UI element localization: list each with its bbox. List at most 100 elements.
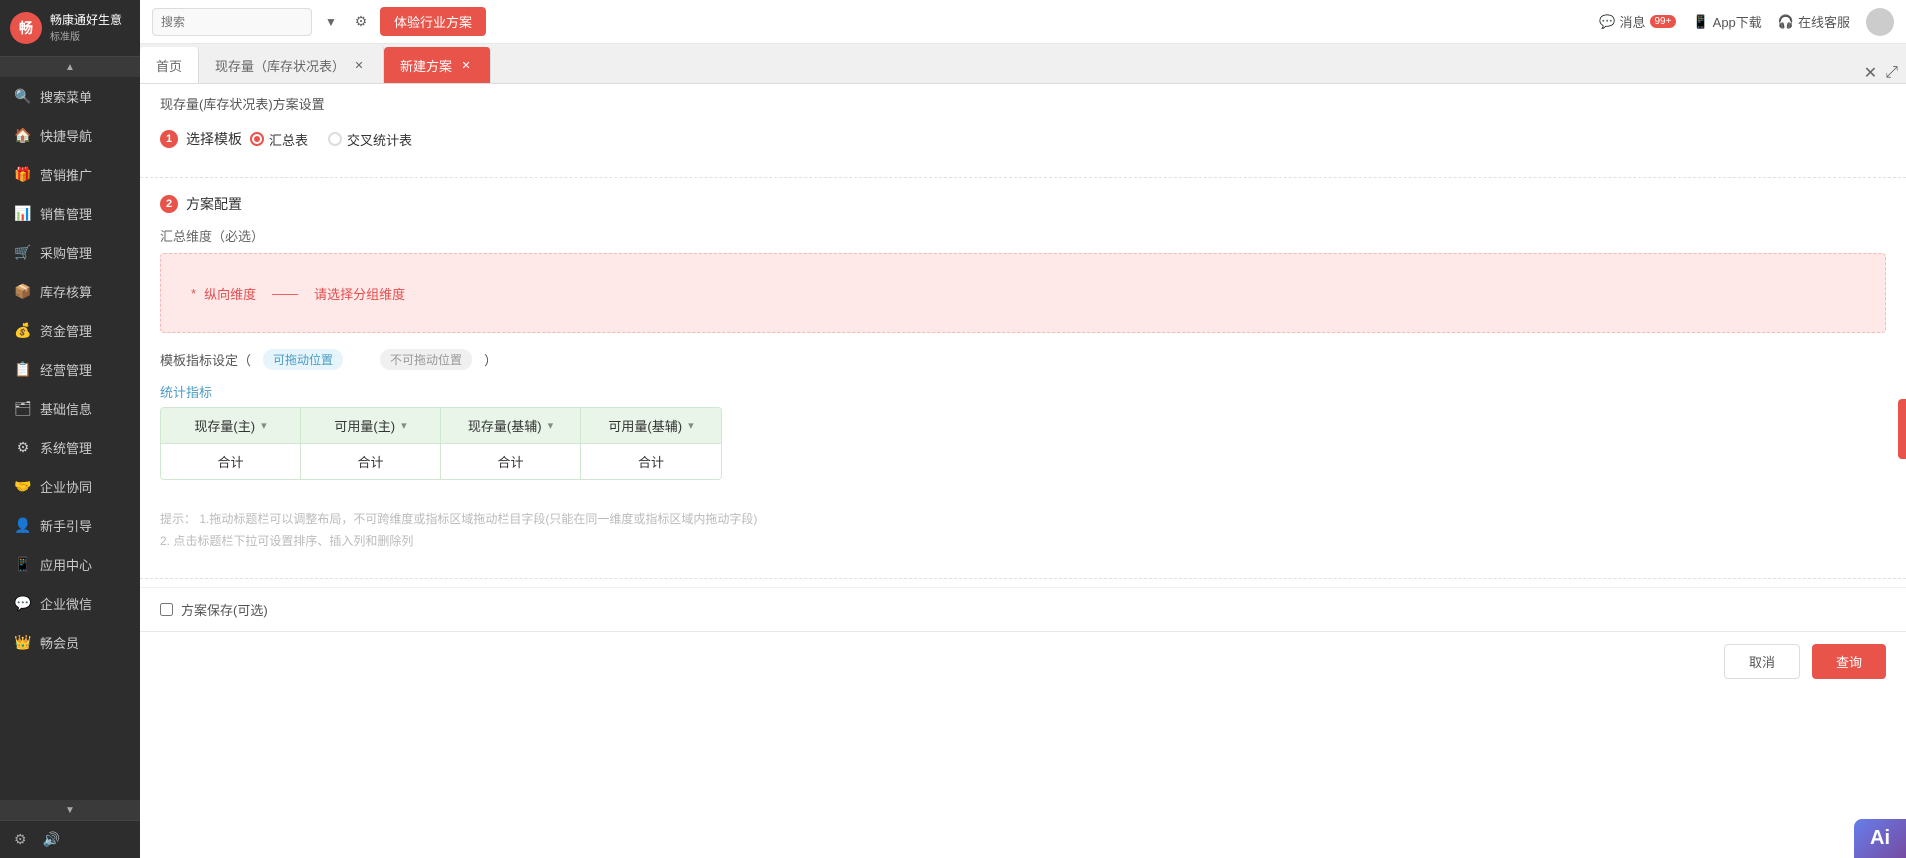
template-radio-group: 汇总表 交叉统计表	[250, 130, 412, 149]
draggable-chip: 可拖动位置	[263, 349, 343, 370]
sidebar-item-purchase[interactable]: 🛒 采购管理	[0, 233, 140, 272]
stats-col-1-label: 可用量(主)	[334, 416, 395, 435]
folder-icon: 🗂	[14, 400, 32, 418]
topbar-gear-icon[interactable]: ⚙	[350, 11, 372, 33]
col1-chevron-icon[interactable]: ▾	[401, 419, 407, 432]
sidebar-item-search[interactable]: 🔍 搜索菜单	[0, 77, 140, 116]
sidebar-logo: 畅 畅康通好生意 标准版	[0, 0, 140, 57]
tip-1: 提示： 1.拖动标题栏可以调整布局，不可跨维度或指标区域拖动栏目字段(只能在同一…	[160, 509, 1886, 531]
stats-cell-3: 合计	[581, 444, 721, 479]
tabs-bar: 首页 现存量（库存状况表） ✕ 新建方案 ✕ ✕ ⤢	[140, 44, 1906, 84]
stats-col-1[interactable]: 可用量(主) ▾	[301, 408, 441, 443]
app-edition: 标准版	[50, 28, 122, 43]
stats-cell-0: 合计	[161, 444, 301, 479]
sidebar-item-system[interactable]: ⚙ 系统管理	[0, 428, 140, 467]
divider1	[140, 177, 1906, 178]
vertical-dim-label: 纵向维度	[204, 284, 256, 303]
industry-btn[interactable]: 体验行业方案	[380, 7, 486, 36]
save-checkbox[interactable]	[160, 603, 173, 616]
sidebar-item-sales[interactable]: 📊 销售管理	[0, 194, 140, 233]
tab-inventory-status[interactable]: 现存量（库存状况表） ✕	[199, 47, 384, 83]
user-avatar[interactable]	[1866, 8, 1894, 36]
stats-col-0[interactable]: 现存量(主) ▾	[161, 408, 301, 443]
radio-cross-label: 交叉统计表	[347, 130, 412, 149]
close-window-icon[interactable]: ✕	[1864, 63, 1877, 83]
stats-section-label: 统计指标	[160, 382, 1886, 401]
messages-btn[interactable]: 💬 消息 99+	[1599, 12, 1676, 31]
headset-icon: 🎧	[1778, 14, 1794, 30]
money-icon: 💰	[14, 322, 32, 340]
stats-section: 统计指标 现存量(主) ▾ 可用量(主) ▾ 现存量(基辅)	[160, 382, 1886, 483]
settings-icon[interactable]: ⚙	[14, 831, 27, 848]
sidebar-item-label: 快捷导航	[40, 126, 92, 145]
tab-new-plan[interactable]: 新建方案 ✕	[384, 47, 491, 83]
sound-icon[interactable]: 🔊	[43, 831, 60, 848]
sidebar-item-basic-info[interactable]: 🗂 基础信息	[0, 389, 140, 428]
cancel-button[interactable]: 取消	[1724, 644, 1800, 679]
search-input[interactable]	[152, 8, 312, 36]
sidebar-item-app-center[interactable]: 📱 应用中心	[0, 545, 140, 584]
sidebar-item-enterprise-wechat[interactable]: 💬 企业微信	[0, 584, 140, 623]
logo-icon: 畅	[10, 12, 42, 44]
step2-title: 方案配置	[186, 194, 242, 214]
query-button[interactable]: 查询	[1812, 644, 1886, 679]
ai-badge[interactable]: Ai	[1854, 819, 1906, 858]
messages-label: 消息	[1619, 12, 1645, 31]
sidebar-item-operations[interactable]: 📋 经营管理	[0, 350, 140, 389]
chat-icon: 💬	[14, 595, 32, 613]
sidebar-item-quick-nav[interactable]: 🏠 快捷导航	[0, 116, 140, 155]
dropdown-icon[interactable]: ▼	[320, 11, 342, 33]
box-icon: 📦	[14, 283, 32, 301]
crown-icon: 👑	[14, 634, 32, 652]
clipboard-icon: 📋	[14, 361, 32, 379]
col2-chevron-icon[interactable]: ▾	[548, 419, 554, 432]
radio-summary[interactable]: 汇总表	[250, 130, 308, 149]
stats-col-3[interactable]: 可用量(基辅) ▾	[581, 408, 721, 443]
app-download-btn[interactable]: 📱 App下载	[1692, 12, 1761, 31]
sidebar-item-label: 库存核算	[40, 282, 92, 301]
stats-table-row: 合计 合计 合计 合计	[161, 443, 721, 479]
chart-icon: 📊	[14, 205, 32, 223]
radio-cross[interactable]: 交叉统计表	[328, 130, 412, 149]
topbar: ▼ ⚙ 体验行业方案 💬 消息 99+ 📱 App下载 🎧 在线客服	[140, 0, 1906, 44]
sidebar-nav: 🔍 搜索菜单 🏠 快捷导航 🎁 营销推广 📊 销售管理 🛒 采购管理 📦 库存核…	[0, 77, 140, 800]
tips-area: 提示： 1.拖动标题栏可以调整布局，不可跨维度或指标区域拖动栏目字段(只能在同一…	[160, 499, 1886, 562]
tab-inventory-close-icon[interactable]: ✕	[351, 57, 367, 73]
non-draggable-chip: 不可拖动位置	[380, 349, 472, 370]
stats-cell-1: 合计	[301, 444, 441, 479]
sidebar-item-inventory[interactable]: 📦 库存核算	[0, 272, 140, 311]
stats-col-3-label: 可用量(基辅)	[608, 416, 682, 435]
user-icon: 👤	[14, 517, 32, 535]
main-area: ▼ ⚙ 体验行业方案 💬 消息 99+ 📱 App下载 🎧 在线客服 首页	[140, 0, 1906, 858]
tab-home[interactable]: 首页	[140, 47, 199, 83]
col0-chevron-icon[interactable]: ▾	[261, 419, 267, 432]
radio-summary-label: 汇总表	[269, 130, 308, 149]
indicator-settings-suffix	[355, 350, 368, 369]
sidebar-item-membership[interactable]: 👑 畅会员	[0, 623, 140, 662]
sidebar-item-finance[interactable]: 💰 资金管理	[0, 311, 140, 350]
content-area: 现存量(库存状况表)方案设置 1 选择模板 汇总表 交叉统计表	[140, 84, 1906, 858]
gift-icon: 🎁	[14, 166, 32, 184]
tip-2: 2. 点击标题栏下拉可设置排序、插入列和删除列	[160, 531, 1886, 553]
dimension-area[interactable]: * 纵向维度 —— 请选择分组维度	[160, 253, 1886, 333]
mobile-icon: 📱	[14, 556, 32, 574]
phone-icon: 📱	[1692, 14, 1708, 30]
expand-window-icon[interactable]: ⤢	[1885, 64, 1898, 82]
tab-home-label: 首页	[156, 56, 182, 75]
online-support-btn[interactable]: 🎧 在线客服	[1778, 12, 1850, 31]
sidebar-scroll-down[interactable]: ▼	[0, 800, 140, 820]
sidebar-item-enterprise[interactable]: 🤝 企业协同	[0, 467, 140, 506]
sidebar-item-label: 资金管理	[40, 321, 92, 340]
page-title: 现存量(库存状况表)方案设置	[140, 84, 1906, 121]
sidebar-item-new-user[interactable]: 👤 新手引导	[0, 506, 140, 545]
step1-title: 选择模板	[186, 129, 242, 149]
tab-new-plan-close-icon[interactable]: ✕	[458, 57, 474, 73]
sidebar-item-label: 搜索菜单	[40, 87, 92, 106]
sidebar-footer: ⚙ 🔊	[0, 820, 140, 858]
topbar-right: 💬 消息 99+ 📱 App下载 🎧 在线客服	[1599, 8, 1894, 36]
sidebar-scroll-up[interactable]: ▲	[0, 57, 140, 77]
cart-icon: 🛒	[14, 244, 32, 262]
col3-chevron-icon[interactable]: ▾	[688, 419, 694, 432]
stats-col-2[interactable]: 现存量(基辅) ▾	[441, 408, 581, 443]
sidebar-item-marketing[interactable]: 🎁 营销推广	[0, 155, 140, 194]
